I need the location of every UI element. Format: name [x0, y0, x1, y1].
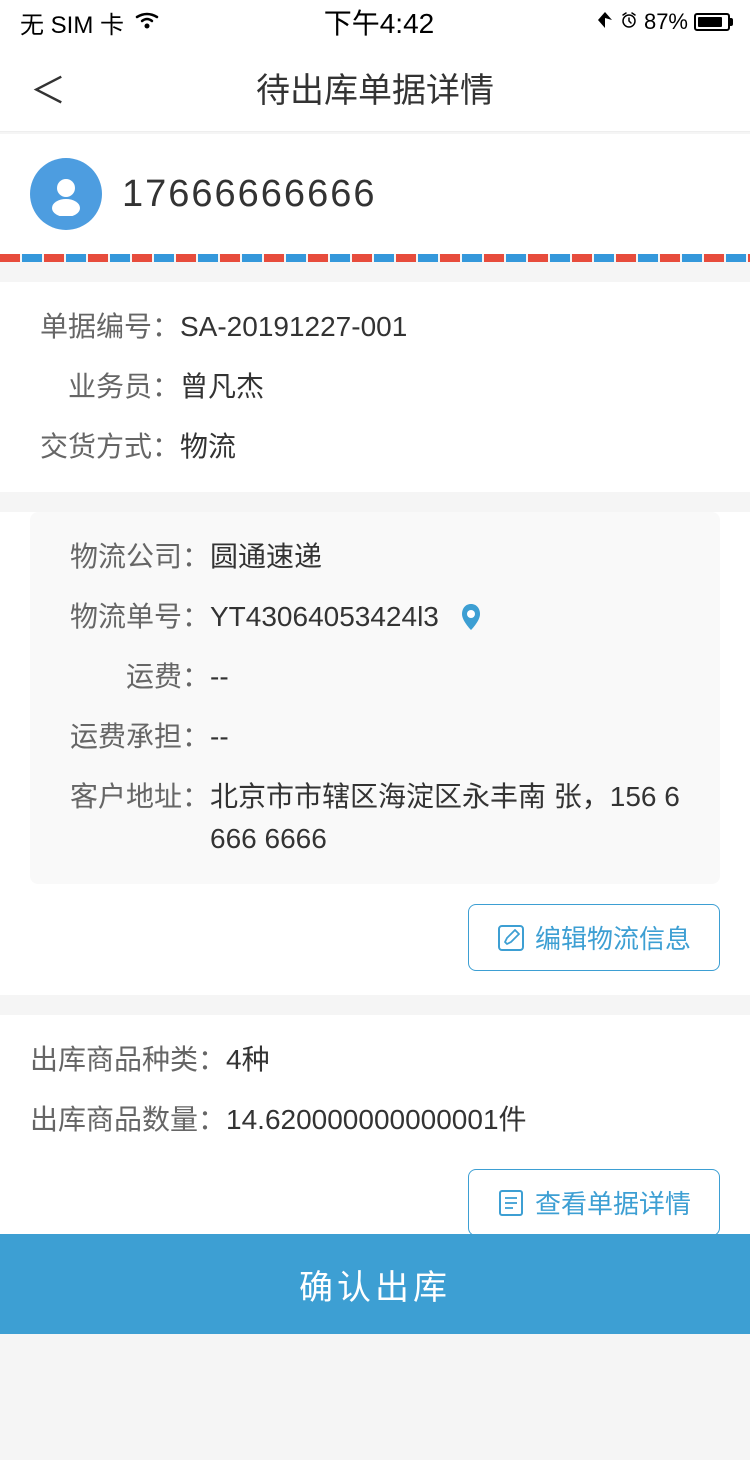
alarm-icon [620, 9, 638, 35]
view-detail-btn-label: 查看单据详情 [535, 1184, 691, 1221]
battery-icon [694, 13, 730, 31]
outbound-types-value: 4种 [226, 1039, 720, 1081]
back-button[interactable]: ＜ [30, 52, 76, 124]
logistics-card: 物流公司： 圆通速递 物流单号： YT43064053424l3 运费： -- [30, 512, 720, 884]
document-icon [497, 1189, 525, 1217]
edit-logistics-button[interactable]: 编辑物流信息 [468, 904, 720, 971]
freight-payer-label: 运费承担： [60, 716, 210, 758]
freight-payer-row: 运费承担： -- [60, 716, 690, 758]
status-bar: 无 SIM 卡 下午4:42 87% [0, 0, 750, 44]
address-label: 客户地址： [60, 776, 210, 818]
wifi-icon [132, 8, 162, 36]
salesman-value: 曾凡杰 [180, 366, 720, 408]
freight-label: 运费： [60, 656, 210, 698]
logistics-company-label: 物流公司： [60, 536, 210, 578]
freight-payer-value: -- [210, 716, 690, 758]
logistics-company-row: 物流公司： 圆通速递 [60, 536, 690, 578]
view-detail-button[interactable]: 查看单据详情 [468, 1169, 720, 1236]
location-icon [596, 9, 614, 35]
outbound-types-label: 出库商品种类： [30, 1039, 226, 1081]
delivery-method-row: 交货方式： 物流 [30, 426, 720, 468]
freight-row: 运费： -- [60, 656, 690, 698]
view-detail-btn-row: 查看单据详情 [30, 1169, 720, 1236]
user-phone: 17666666666 [122, 173, 376, 216]
salesman-label: 业务员： [30, 366, 180, 408]
tracking-row: 物流单号： YT43064053424l3 [60, 596, 690, 638]
tracking-value: YT43064053424l3 [210, 596, 690, 638]
outbound-info-section: 出库商品种类： 4种 出库商品数量： 14.620000000000001件 查… [0, 1015, 750, 1260]
doc-number-label: 单据编号： [30, 306, 180, 348]
delivery-method-label: 交货方式： [30, 426, 180, 468]
salesman-row: 业务员： 曾凡杰 [30, 366, 720, 408]
logistics-section: 物流公司： 圆通速递 物流单号： YT43064053424l3 运费： -- [0, 512, 750, 995]
user-header: 17666666666 [0, 134, 750, 254]
edit-btn-label: 编辑物流信息 [535, 919, 691, 956]
status-right: 87% [596, 9, 730, 35]
tracking-number: YT43064053424l3 [210, 596, 439, 638]
confirm-btn-label: 确认出库 [299, 1260, 451, 1309]
battery-percentage: 87% [644, 9, 688, 35]
doc-number-value: SA-20191227-001 [180, 306, 720, 348]
address-value: 北京市市辖区海淀区永丰南 张，156 6666 6666 [210, 776, 690, 860]
status-left: 无 SIM 卡 [20, 5, 162, 40]
confirm-outbound-button[interactable]: 确认出库 [0, 1234, 750, 1334]
edit-icon [497, 924, 525, 952]
carrier-label: 无 SIM 卡 [20, 5, 124, 40]
page-title: 待出库单据详情 [256, 63, 494, 112]
doc-number-row: 单据编号： SA-20191227-001 [30, 306, 720, 348]
freight-value: -- [210, 656, 690, 698]
avatar [30, 158, 102, 230]
nav-bar: ＜ 待出库单据详情 [0, 44, 750, 132]
delivery-method-value: 物流 [180, 426, 720, 468]
edit-btn-row: 编辑物流信息 [30, 904, 720, 971]
address-row: 客户地址： 北京市市辖区海淀区永丰南 张，156 6666 6666 [60, 776, 690, 860]
outbound-quantity-label: 出库商品数量： [30, 1099, 226, 1141]
tracking-label: 物流单号： [60, 596, 210, 638]
outbound-types-row: 出库商品种类： 4种 [30, 1039, 720, 1081]
logistics-company-value: 圆通速递 [210, 536, 690, 578]
dashed-divider [0, 254, 750, 262]
location-pin-icon[interactable] [451, 597, 491, 637]
outbound-quantity-row: 出库商品数量： 14.620000000000001件 [30, 1099, 720, 1141]
status-time: 下午4:42 [324, 2, 435, 42]
document-info-section: 单据编号： SA-20191227-001 业务员： 曾凡杰 交货方式： 物流 [0, 282, 750, 492]
outbound-quantity-value: 14.620000000000001件 [226, 1099, 720, 1141]
